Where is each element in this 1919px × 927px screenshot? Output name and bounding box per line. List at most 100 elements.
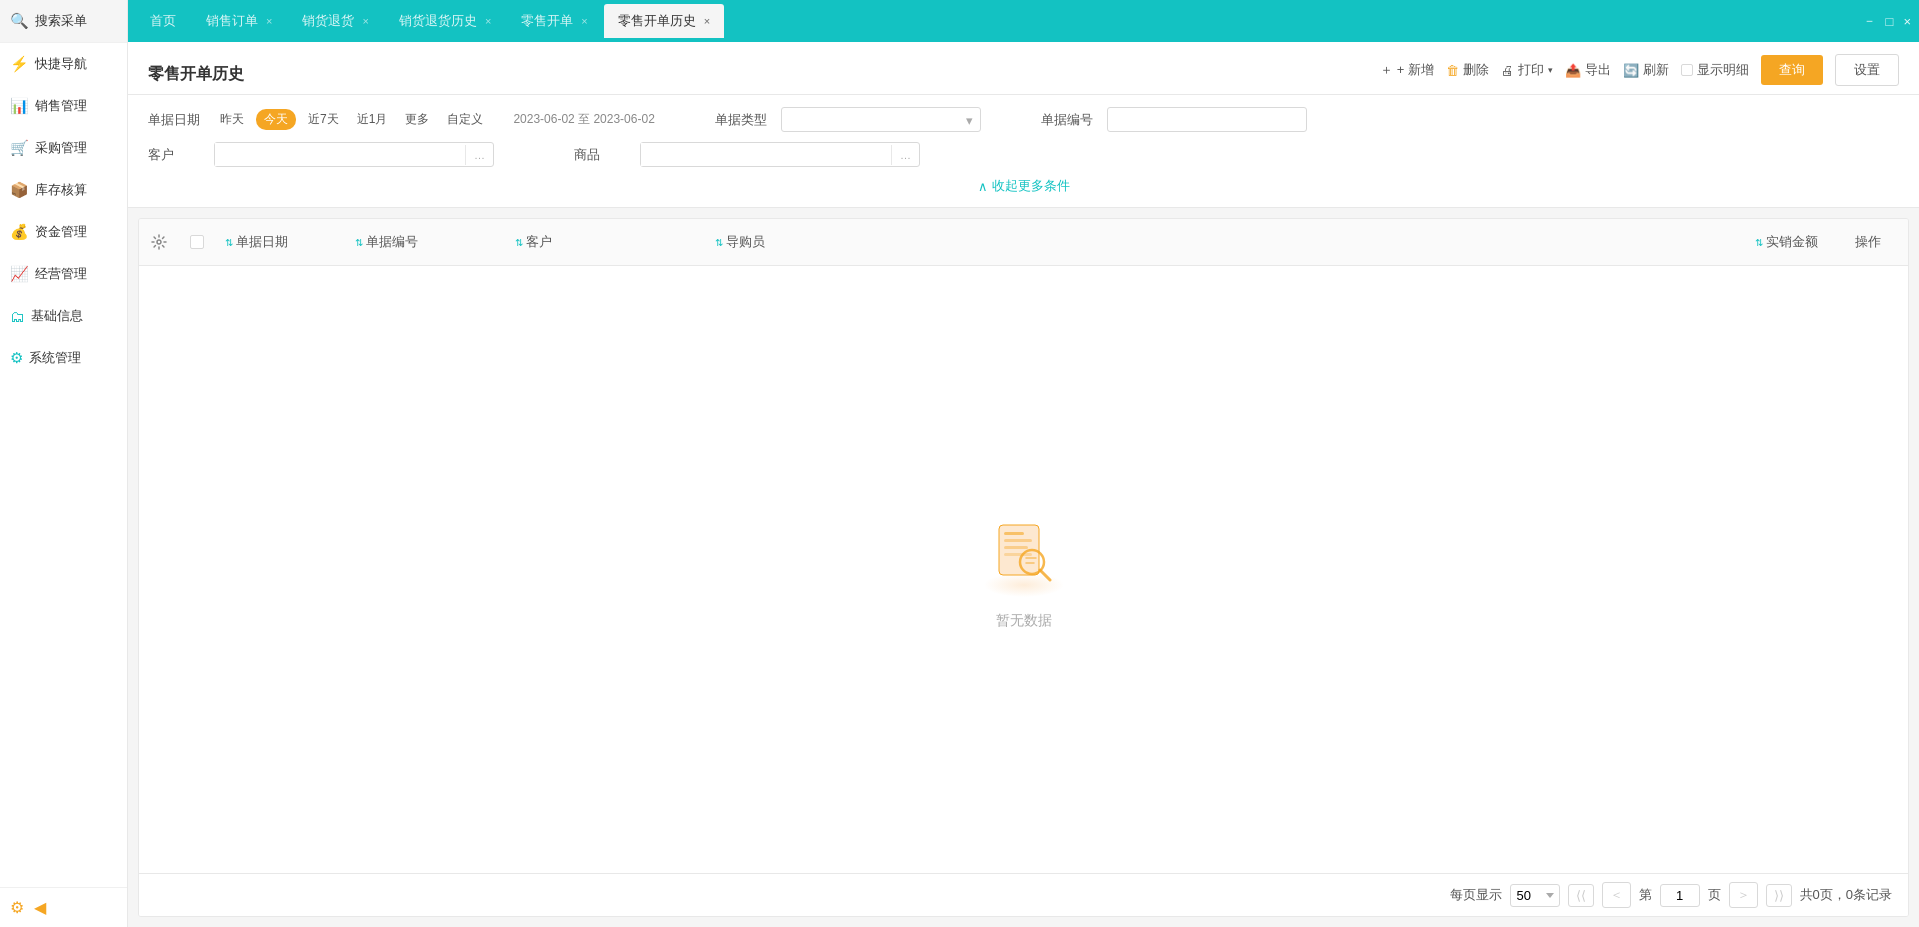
settings-button[interactable]: 设置	[1835, 54, 1899, 86]
sidebar-item-sales-mgmt[interactable]: 📊 销售管理	[0, 85, 127, 127]
svg-rect-3	[1004, 532, 1024, 535]
toolbar: ＋ + 新增 🗑 删除 🖨 打印 ▾ 📤 导出 🔄	[1380, 54, 1899, 94]
date-opt-more[interactable]: 更多	[399, 109, 435, 130]
tab-sales-return-close[interactable]: ×	[362, 15, 368, 27]
tab-sales-return-history-close[interactable]: ×	[485, 15, 491, 27]
table-header: ⇅ 单据日期 ⇅ 单据编号 ⇅ 客户 ⇅ 导购员 ⇅ 实销金额	[139, 219, 1908, 266]
sidebar-item-purchase-mgmt[interactable]: 🛒 采购管理	[0, 127, 127, 169]
filter-area: 单据日期 昨天 今天 近7天 近1月 更多 自定义 2023-06-02 至 2…	[128, 95, 1919, 208]
export-button[interactable]: 📤 导出	[1565, 61, 1611, 79]
maximize-btn[interactable]: □	[1886, 14, 1894, 29]
date-opt-today[interactable]: 今天	[256, 109, 296, 130]
th-action: 操作	[1828, 227, 1908, 257]
order-type-label: 单据类型	[715, 111, 775, 129]
th-order-sort-icon: ⇅	[355, 237, 363, 248]
next-page-btn[interactable]: ＞	[1729, 882, 1758, 908]
settings-bottom-icon[interactable]: ⚙	[10, 898, 24, 917]
sidebar-item-sys-mgmt[interactable]: ⚙ 系统管理	[0, 337, 127, 379]
tab-retail-open[interactable]: 零售开单 ×	[507, 4, 601, 38]
last-page-btn[interactable]: ⟩⟩	[1766, 884, 1792, 907]
tab-home-label: 首页	[150, 12, 176, 30]
collapse-label: 收起更多条件	[992, 177, 1070, 195]
tab-retail-open-history[interactable]: 零售开单历史 ×	[604, 4, 724, 38]
checkbox-empty	[1681, 64, 1693, 76]
sidebar-search[interactable]: 🔍 搜索采单	[0, 0, 127, 43]
tab-retail-open-history-close[interactable]: ×	[704, 15, 710, 27]
page-size-select[interactable]: 50 100	[1510, 884, 1560, 907]
date-options: 昨天 今天 近7天 近1月 更多 自定义	[214, 109, 489, 130]
client-dots-btn[interactable]: …	[465, 145, 493, 165]
svg-point-0	[157, 240, 161, 244]
tab-home[interactable]: 首页	[136, 4, 190, 38]
date-filter: 单据日期 昨天 今天 近7天 近1月 更多 自定义	[148, 109, 489, 130]
sidebar-item-finance[interactable]: 💰 资金管理	[0, 211, 127, 253]
minimize-btn[interactable]: －	[1863, 12, 1876, 30]
show-detail-button[interactable]: 显示明细	[1681, 61, 1749, 79]
sidebar-search-label: 搜索采单	[35, 12, 87, 30]
date-opt-last7[interactable]: 近7天	[302, 109, 345, 130]
tab-sales-return-history[interactable]: 销货退货历史 ×	[385, 4, 505, 38]
print-icon: 🖨	[1501, 63, 1514, 78]
client-label: 客户	[148, 146, 208, 164]
delete-button[interactable]: 🗑 删除	[1446, 61, 1489, 79]
date-opt-last-month[interactable]: 近1月	[351, 109, 394, 130]
page-content: 零售开单历史 ＋ + 新增 🗑 删除 🖨 打印 ▾ 📤 导出	[128, 42, 1919, 927]
date-opt-yesterday[interactable]: 昨天	[214, 109, 250, 130]
tab-retail-open-history-label: 零售开单历史	[618, 12, 696, 30]
filter-row-1: 单据日期 昨天 今天 近7天 近1月 更多 自定义 2023-06-02 至 2…	[148, 107, 1899, 132]
sidebar-item-quick-nav[interactable]: ⚡ 快捷导航	[0, 43, 127, 85]
th-settings[interactable]	[139, 228, 179, 256]
sidebar-bottom: ⚙ ◀	[0, 887, 127, 927]
base-info-icon: 🗂	[10, 308, 25, 325]
table-area: ⇅ 单据日期 ⇅ 单据编号 ⇅ 客户 ⇅ 导购员 ⇅ 实销金额	[138, 218, 1909, 917]
filter-collapse-btn[interactable]: ∧ 收起更多条件	[148, 177, 1899, 195]
purchase-mgmt-icon: 🛒	[10, 139, 29, 157]
collapse-icon[interactable]: ◀	[34, 898, 46, 917]
svg-rect-4	[1004, 539, 1032, 542]
add-button[interactable]: ＋ + 新增	[1380, 61, 1434, 79]
chevron-up-icon: ∧	[978, 179, 988, 194]
th-order[interactable]: ⇅ 单据编号	[345, 227, 505, 257]
tab-sales-return-label: 销货退货	[302, 12, 354, 30]
order-num-input[interactable]	[1107, 107, 1307, 132]
sidebar-item-ops-mgmt[interactable]: 📈 经营管理	[0, 253, 127, 295]
order-num-filter: 单据编号	[1041, 107, 1307, 132]
th-guide[interactable]: ⇅ 导购员	[705, 227, 825, 257]
sidebar-item-label: 采购管理	[35, 139, 87, 157]
th-checkbox[interactable]	[179, 229, 215, 255]
sys-mgmt-icon: ⚙	[10, 349, 23, 367]
ops-mgmt-icon: 📈	[10, 265, 29, 283]
order-num-label: 单据编号	[1041, 111, 1101, 129]
th-client-sort-icon: ⇅	[515, 237, 523, 248]
sidebar-item-label: 销售管理	[35, 97, 87, 115]
goods-filter: 商品 …	[574, 142, 920, 167]
page-input[interactable]: 1	[1660, 884, 1700, 907]
refresh-button[interactable]: 🔄 刷新	[1623, 61, 1669, 79]
tab-sales-return[interactable]: 销货退货 ×	[288, 4, 382, 38]
client-input[interactable]	[215, 143, 465, 166]
client-input-wrapper: …	[214, 142, 494, 167]
print-button[interactable]: 🖨 打印 ▾	[1501, 61, 1553, 79]
sidebar-item-inventory[interactable]: 📦 库存核算	[0, 169, 127, 211]
select-all-checkbox[interactable]	[190, 235, 204, 249]
tab-bar: 首页 销售订单 × 销货退货 × 销货退货历史 × 零售开单 × 零售开单历史 …	[128, 0, 1919, 42]
tab-sales-order-close[interactable]: ×	[266, 15, 272, 27]
sidebar-item-base-info[interactable]: 🗂 基础信息	[0, 295, 127, 337]
th-amount[interactable]: ⇅ 实销金额	[825, 227, 1828, 257]
date-opt-custom[interactable]: 自定义	[441, 109, 489, 130]
prev-page-btn[interactable]: ＜	[1602, 882, 1631, 908]
search-icon: 🔍	[10, 12, 29, 30]
order-type-select[interactable]	[781, 107, 981, 132]
tab-retail-open-close[interactable]: ×	[581, 15, 587, 27]
th-client[interactable]: ⇅ 客户	[505, 227, 705, 257]
goods-dots-btn[interactable]: …	[891, 145, 919, 165]
first-page-btn[interactable]: ⟨⟨	[1568, 884, 1594, 907]
close-btn[interactable]: ×	[1903, 14, 1911, 29]
tab-sales-order[interactable]: 销售订单 ×	[192, 4, 286, 38]
per-page-label: 每页显示	[1450, 886, 1502, 904]
th-date[interactable]: ⇅ 单据日期	[215, 227, 345, 257]
query-button[interactable]: 查询	[1761, 55, 1823, 85]
page-label: 第	[1639, 886, 1652, 904]
sidebar: 🔍 搜索采单 ⚡ 快捷导航 📊 销售管理 🛒 采购管理 📦 库存核算 💰 资金管…	[0, 0, 128, 927]
goods-input[interactable]	[641, 143, 891, 166]
